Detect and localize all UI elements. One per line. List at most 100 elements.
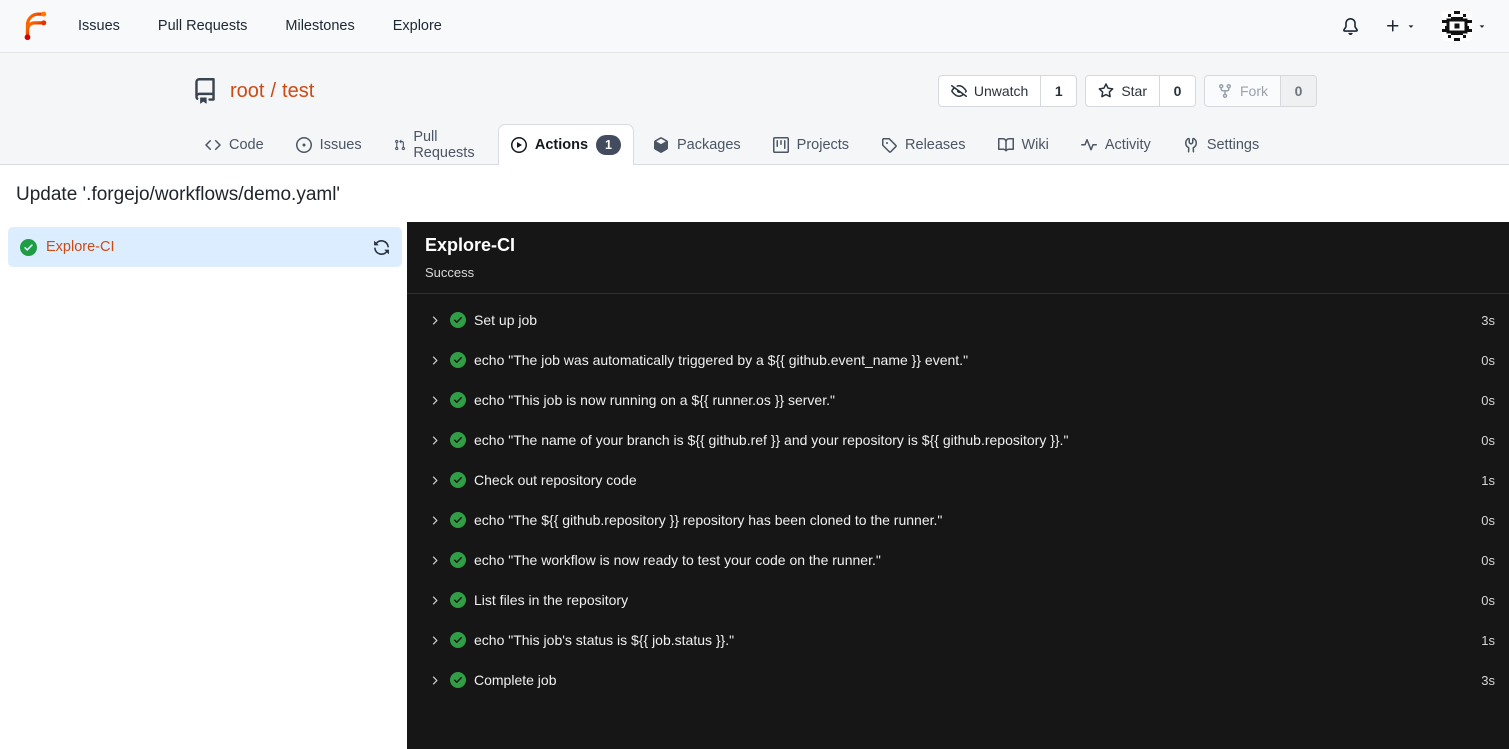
forks-count: 0: [1280, 76, 1316, 106]
tab-label: Actions: [534, 137, 589, 153]
step-row[interactable]: List files in the repository 0s: [407, 580, 1509, 620]
notifications-bell-icon[interactable]: [1342, 17, 1359, 35]
check-circle-icon: [450, 312, 466, 328]
job-log-header: Explore-CI Success: [407, 222, 1509, 294]
step-row[interactable]: echo "The ${{ github.repository }} repos…: [407, 500, 1509, 540]
book-icon: [997, 137, 1014, 151]
check-circle-icon: [450, 432, 466, 448]
avatar: [1442, 11, 1472, 41]
tab-projects[interactable]: Projects: [760, 124, 862, 164]
watchers-count[interactable]: 1: [1040, 76, 1076, 106]
step-duration: 0s: [1481, 432, 1495, 448]
step-row[interactable]: echo "The workflow is now ready to test …: [407, 540, 1509, 580]
chevron-right-icon: [432, 315, 438, 325]
step-duration: 0s: [1481, 592, 1495, 608]
check-circle-icon: [450, 672, 466, 688]
job-log-panel: Explore-CI Success Set up job 3s echo "T…: [407, 222, 1509, 749]
step-name: echo "The job was automatically triggere…: [474, 352, 969, 368]
chevron-right-icon: [432, 635, 438, 645]
check-circle-icon: [20, 238, 37, 256]
check-circle-icon: [450, 512, 466, 528]
fork-icon: [1219, 84, 1231, 99]
code-icon: [205, 139, 221, 150]
step-name: echo "This job is now running on a ${{ r…: [474, 392, 835, 408]
step-name: echo "The name of your branch is ${{ git…: [474, 432, 1069, 448]
job-status: Success: [425, 265, 475, 280]
navbar-item-milestones[interactable]: Milestones: [285, 18, 354, 34]
user-menu[interactable]: [1442, 11, 1487, 41]
breadcrumb-separator: /: [270, 79, 277, 102]
star-icon: [1098, 83, 1114, 98]
step-row[interactable]: echo "This job's status is ${{ job.statu…: [407, 620, 1509, 660]
tab-activity[interactable]: Activity: [1068, 124, 1164, 164]
job-name: Explore-CI: [46, 239, 115, 255]
step-row[interactable]: echo "This job is now running on a ${{ r…: [407, 380, 1509, 420]
tab-pull-requests[interactable]: Pull Requests: [381, 124, 492, 164]
step-row[interactable]: echo "The job was automatically triggere…: [407, 340, 1509, 380]
tab-label: Settings: [1206, 136, 1260, 153]
job-title: Explore-CI: [425, 235, 516, 255]
top-navbar: Issues Pull Requests Milestones Explore: [0, 0, 1509, 53]
tab-label: Releases: [905, 136, 966, 153]
plus-icon: [1387, 20, 1399, 32]
chevron-right-icon: [432, 435, 438, 445]
tab-code[interactable]: Code: [192, 124, 277, 164]
step-name: Set up job: [474, 312, 538, 328]
navbar-right: [1342, 11, 1487, 41]
fork-label: Fork: [1240, 83, 1268, 99]
repo-tabs: Code Issues Pull Requests Actions 1 Pack…: [192, 123, 1317, 165]
unwatch-button[interactable]: Unwatch 1: [937, 75, 1078, 107]
step-row[interactable]: Check out repository code 1s: [407, 460, 1509, 500]
repo-owner-link[interactable]: root: [230, 80, 264, 103]
check-circle-icon: [450, 392, 466, 408]
navbar-item-pull-requests[interactable]: Pull Requests: [158, 18, 247, 34]
chevron-right-icon: [432, 555, 438, 565]
navbar-item-issues[interactable]: Issues: [78, 18, 120, 34]
tab-label: Projects: [796, 136, 850, 153]
check-circle-icon: [450, 472, 466, 488]
tab-label: Code: [229, 136, 264, 153]
chevron-right-icon: [432, 395, 438, 405]
job-item-explore-ci[interactable]: Explore-CI: [8, 227, 402, 267]
project-board-icon: [772, 136, 789, 153]
chevron-right-icon: [432, 475, 438, 485]
create-new-menu[interactable]: [1385, 18, 1416, 34]
star-label: Star: [1121, 83, 1147, 99]
navbar-item-explore[interactable]: Explore: [393, 18, 442, 34]
tab-issues[interactable]: Issues: [283, 124, 375, 164]
step-duration: 1s: [1481, 632, 1495, 648]
repo-icon: [195, 78, 215, 104]
check-circle-icon: [450, 352, 466, 368]
tab-packages[interactable]: Packages: [640, 124, 754, 164]
step-name: echo "The workflow is now ready to test …: [474, 552, 881, 568]
rerun-sync-icon[interactable]: [373, 239, 390, 256]
tab-actions[interactable]: Actions 1: [497, 124, 634, 165]
step-duration: 0s: [1481, 392, 1495, 408]
step-duration: 0s: [1481, 552, 1495, 568]
step-duration: 3s: [1481, 672, 1495, 688]
step-duration: 0s: [1481, 512, 1495, 528]
forgejo-logo-icon[interactable]: [20, 11, 50, 41]
tag-icon: [882, 137, 897, 153]
step-name: List files in the repository: [474, 592, 629, 608]
check-circle-icon: [450, 552, 466, 568]
star-button[interactable]: Star 0: [1085, 75, 1196, 107]
check-circle-icon: [450, 592, 466, 608]
issue-opened-icon: [295, 136, 312, 153]
run-main: Explore-CI Explore-CI Success Set up job…: [0, 222, 1509, 749]
tab-settings[interactable]: Settings: [1170, 124, 1272, 164]
stars-count[interactable]: 0: [1159, 76, 1195, 106]
step-row[interactable]: echo "The name of your branch is ${{ git…: [407, 420, 1509, 460]
tab-label: Issues: [319, 136, 362, 153]
jobs-sidebar: Explore-CI: [0, 222, 407, 749]
step-row[interactable]: Complete job 3s: [407, 660, 1509, 700]
navbar-links: Issues Pull Requests Milestones Explore: [78, 18, 442, 34]
tab-releases[interactable]: Releases: [868, 124, 978, 164]
git-pull-request-icon: [394, 139, 405, 150]
tab-wiki[interactable]: Wiki: [985, 124, 1062, 164]
repo-name-link[interactable]: test: [282, 80, 314, 103]
step-duration: 0s: [1481, 352, 1495, 368]
tools-icon: [1184, 137, 1197, 153]
chevron-right-icon: [432, 675, 438, 685]
step-row[interactable]: Set up job 3s: [407, 300, 1509, 340]
